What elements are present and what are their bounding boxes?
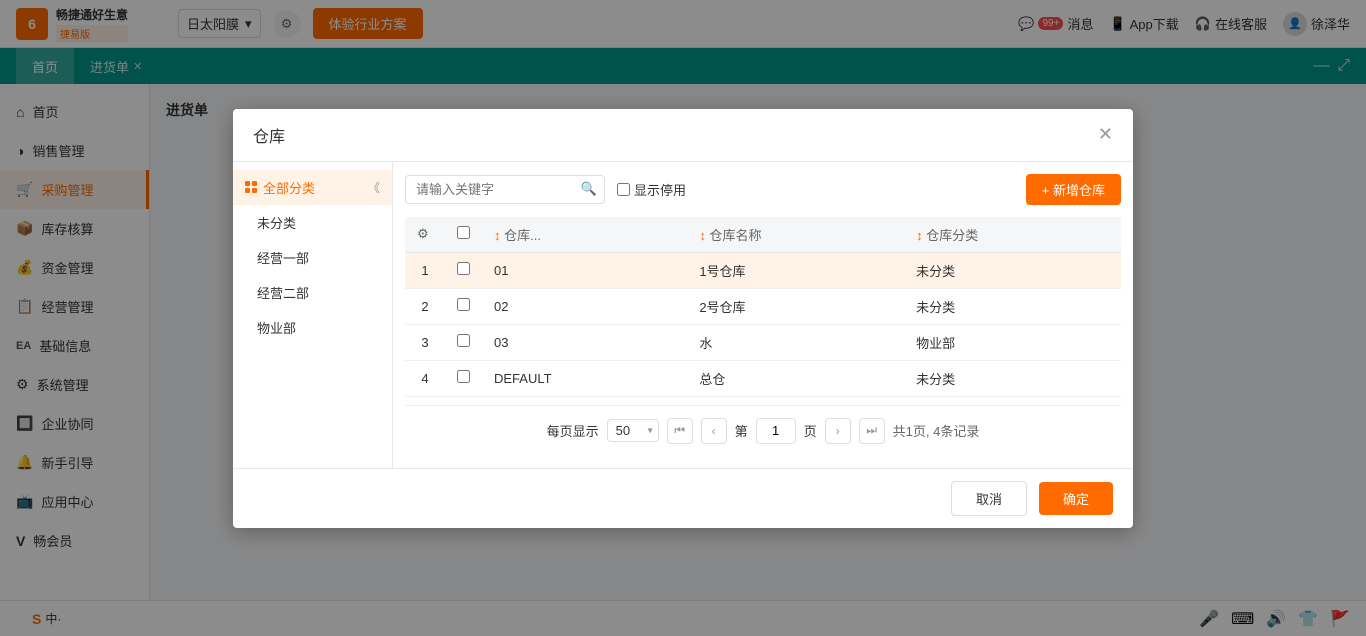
col-settings: ⚙ [405,217,445,253]
page-size-wrapper: 50 10 20 100 ▾ [607,419,659,442]
modal-title: 仓库 [253,123,285,147]
page-unit: 页 [804,421,817,440]
row-checkbox-3[interactable] [445,324,482,360]
add-warehouse-button[interactable]: + 新增仓库 [1026,174,1121,205]
confirm-button[interactable]: 确定 [1039,482,1113,515]
row-name-1: 1号仓库 [687,252,904,288]
row-category-1: 未分类 [904,252,1121,288]
col-checkbox-header [445,217,482,253]
table-panel: 🔍 显示停用 + 新增仓库 ⚙ ↕ [393,162,1133,468]
row-category-2: 未分类 [904,288,1121,324]
modal-body: 全部分类 《 未分类 经营一部 经营二部 物业部 [233,162,1133,468]
modal-footer: 取消 确定 [233,468,1133,528]
show-disabled-checkbox[interactable]: 显示停用 [617,180,686,199]
row-checkbox-4[interactable] [445,360,482,396]
row-code-4: DEFAULT [482,360,687,396]
table-row[interactable]: 4 DEFAULT 总仓 未分类 [405,360,1121,396]
row-name-3: 水 [687,324,904,360]
page-size-select[interactable]: 50 10 20 100 [607,419,659,442]
page-input[interactable] [756,418,796,444]
pagination: 每页显示 50 10 20 100 ▾ ⏮ ‹ 第 页 [405,405,1121,456]
row-num-1: 1 [405,252,445,288]
category-item-uncategorized[interactable]: 未分类 [233,205,392,240]
modal-header: 仓库 ✕ [233,109,1133,162]
page-label: 第 [735,421,748,440]
table-toolbar: 🔍 显示停用 + 新增仓库 [405,174,1121,205]
row-category-4: 未分类 [904,360,1121,396]
table-row[interactable]: 3 03 水 物业部 [405,324,1121,360]
row-num-3: 3 [405,324,445,360]
category-item-dept1[interactable]: 经营一部 [233,240,392,275]
warehouse-modal: 仓库 ✕ 全部分类 《 未分类 [233,109,1133,528]
search-icon[interactable]: 🔍 [581,181,597,197]
category-all[interactable]: 全部分类 《 [233,170,392,205]
row-num-4: 4 [405,360,445,396]
search-wrapper: 🔍 [405,175,605,204]
row-code-3: 03 [482,324,687,360]
row-checkbox-1[interactable] [445,252,482,288]
table-row[interactable]: 2 02 2号仓库 未分类 [405,288,1121,324]
grid-icon [245,181,257,193]
last-page-button[interactable]: ⏭ [859,418,885,444]
table-row[interactable]: 1 01 1号仓库 未分类 [405,252,1121,288]
category-panel: 全部分类 《 未分类 经营一部 经营二部 物业部 [233,162,393,468]
prev-page-button[interactable]: ‹ [701,418,727,444]
col-name-header: ↕ 仓库名称 [687,217,904,253]
row-name-2: 2号仓库 [687,288,904,324]
cancel-button[interactable]: 取消 [951,481,1027,516]
row-name-4: 总仓 [687,360,904,396]
next-page-button[interactable]: › [825,418,851,444]
col-code-header: ↕ 仓库... [482,217,687,253]
row-code-2: 02 [482,288,687,324]
show-disabled-input[interactable] [617,183,630,196]
modal-overlay[interactable]: 仓库 ✕ 全部分类 《 未分类 [0,0,1366,636]
col-category-header: ↕ 仓库分类 [904,217,1121,253]
category-item-property[interactable]: 物业部 [233,310,392,345]
warehouse-table: ⚙ ↕ 仓库... ↕ 仓库名称 ↕ [405,217,1121,397]
row-checkbox-2[interactable] [445,288,482,324]
row-category-3: 物业部 [904,324,1121,360]
modal-close-icon[interactable]: ✕ [1098,124,1113,145]
row-num-2: 2 [405,288,445,324]
search-input[interactable] [405,175,605,204]
category-item-dept2[interactable]: 经营二部 [233,275,392,310]
collapse-icon[interactable]: 《 [368,179,380,196]
first-page-button[interactable]: ⏮ [667,418,693,444]
row-code-1: 01 [482,252,687,288]
select-all-checkbox[interactable] [457,226,470,239]
